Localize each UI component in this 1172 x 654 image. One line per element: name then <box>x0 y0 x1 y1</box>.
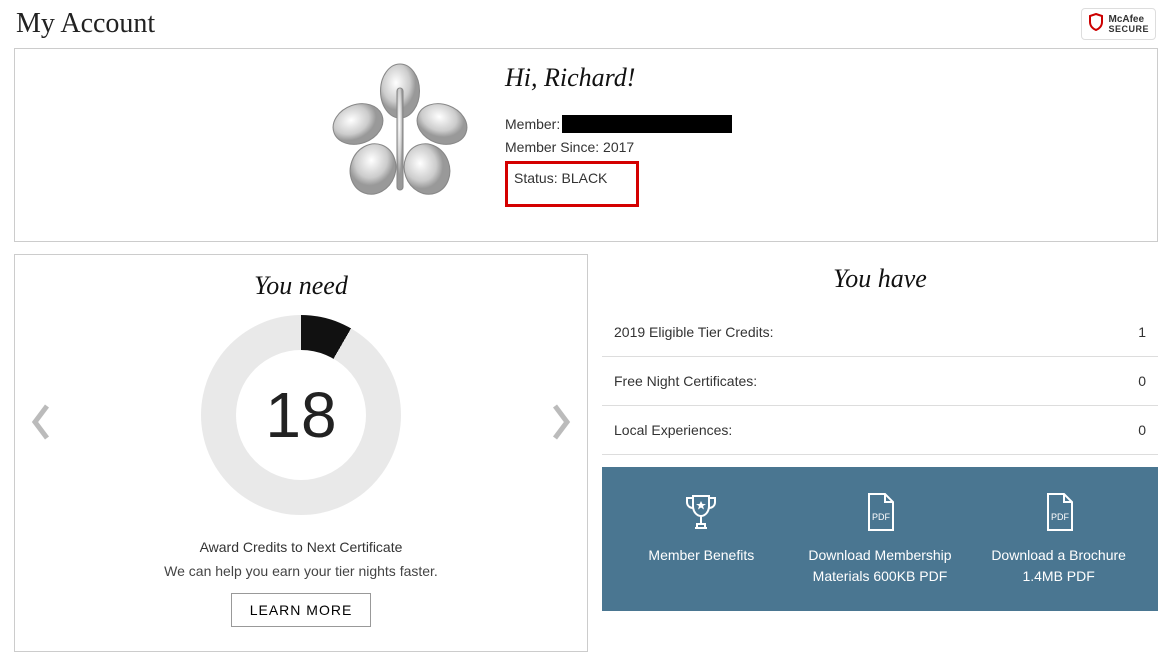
profile-panel: Hi, Richard! Member: Member Since: 2017 … <box>14 48 1158 242</box>
shield-icon <box>1088 13 1104 35</box>
you-have-panel: You have 2019 Eligible Tier Credits: 1 F… <box>602 254 1158 611</box>
stat-tier-credits: 2019 Eligible Tier Credits: 1 <box>602 308 1158 357</box>
tier-badge-icon <box>325 61 475 211</box>
svg-text:PDF: PDF <box>1051 512 1070 522</box>
progress-ring: 18 <box>201 315 401 515</box>
status-box: Status: BLACK <box>505 161 639 207</box>
progress-value: 18 <box>236 350 366 480</box>
progress-sub: Award Credits to Next Certificate <box>23 539 579 555</box>
page-title: My Account <box>16 8 155 40</box>
member-benefits-link[interactable]: Member Benefits <box>613 489 790 587</box>
greeting: Hi, Richard! <box>505 63 1137 93</box>
resources-bar: Member Benefits PDF Download Membership … <box>602 467 1158 611</box>
stat-local-exp: Local Experiences: 0 <box>602 406 1158 455</box>
secure-line1: McAfee <box>1108 15 1149 25</box>
carousel-next[interactable] <box>543 402 579 452</box>
download-membership-link[interactable]: PDF Download Membership Materials 600KB … <box>792 489 969 587</box>
member-since-row: Member Since: 2017 <box>505 139 1137 155</box>
trophy-icon <box>619 489 784 535</box>
you-have-heading: You have <box>602 264 1158 294</box>
pdf-icon: PDF <box>798 489 963 535</box>
download-brochure-link[interactable]: PDF Download a Brochure 1.4MB PDF <box>970 489 1147 587</box>
secure-line2: SECURE <box>1108 25 1149 34</box>
redacted-member-number <box>562 115 732 133</box>
you-need-panel: You need 18 Award Credits to Next Certif… <box>14 254 588 652</box>
pdf-icon: PDF <box>976 489 1141 535</box>
svg-text:PDF: PDF <box>872 512 891 522</box>
progress-help: We can help you earn your tier nights fa… <box>23 563 579 579</box>
you-need-heading: You need <box>23 271 579 301</box>
mcafee-secure-badge[interactable]: McAfee SECURE <box>1081 8 1156 40</box>
learn-more-button[interactable]: LEARN MORE <box>231 593 372 627</box>
carousel-prev[interactable] <box>23 402 59 452</box>
member-number-row: Member: <box>505 115 1137 133</box>
stat-free-nights: Free Night Certificates: 0 <box>602 357 1158 406</box>
